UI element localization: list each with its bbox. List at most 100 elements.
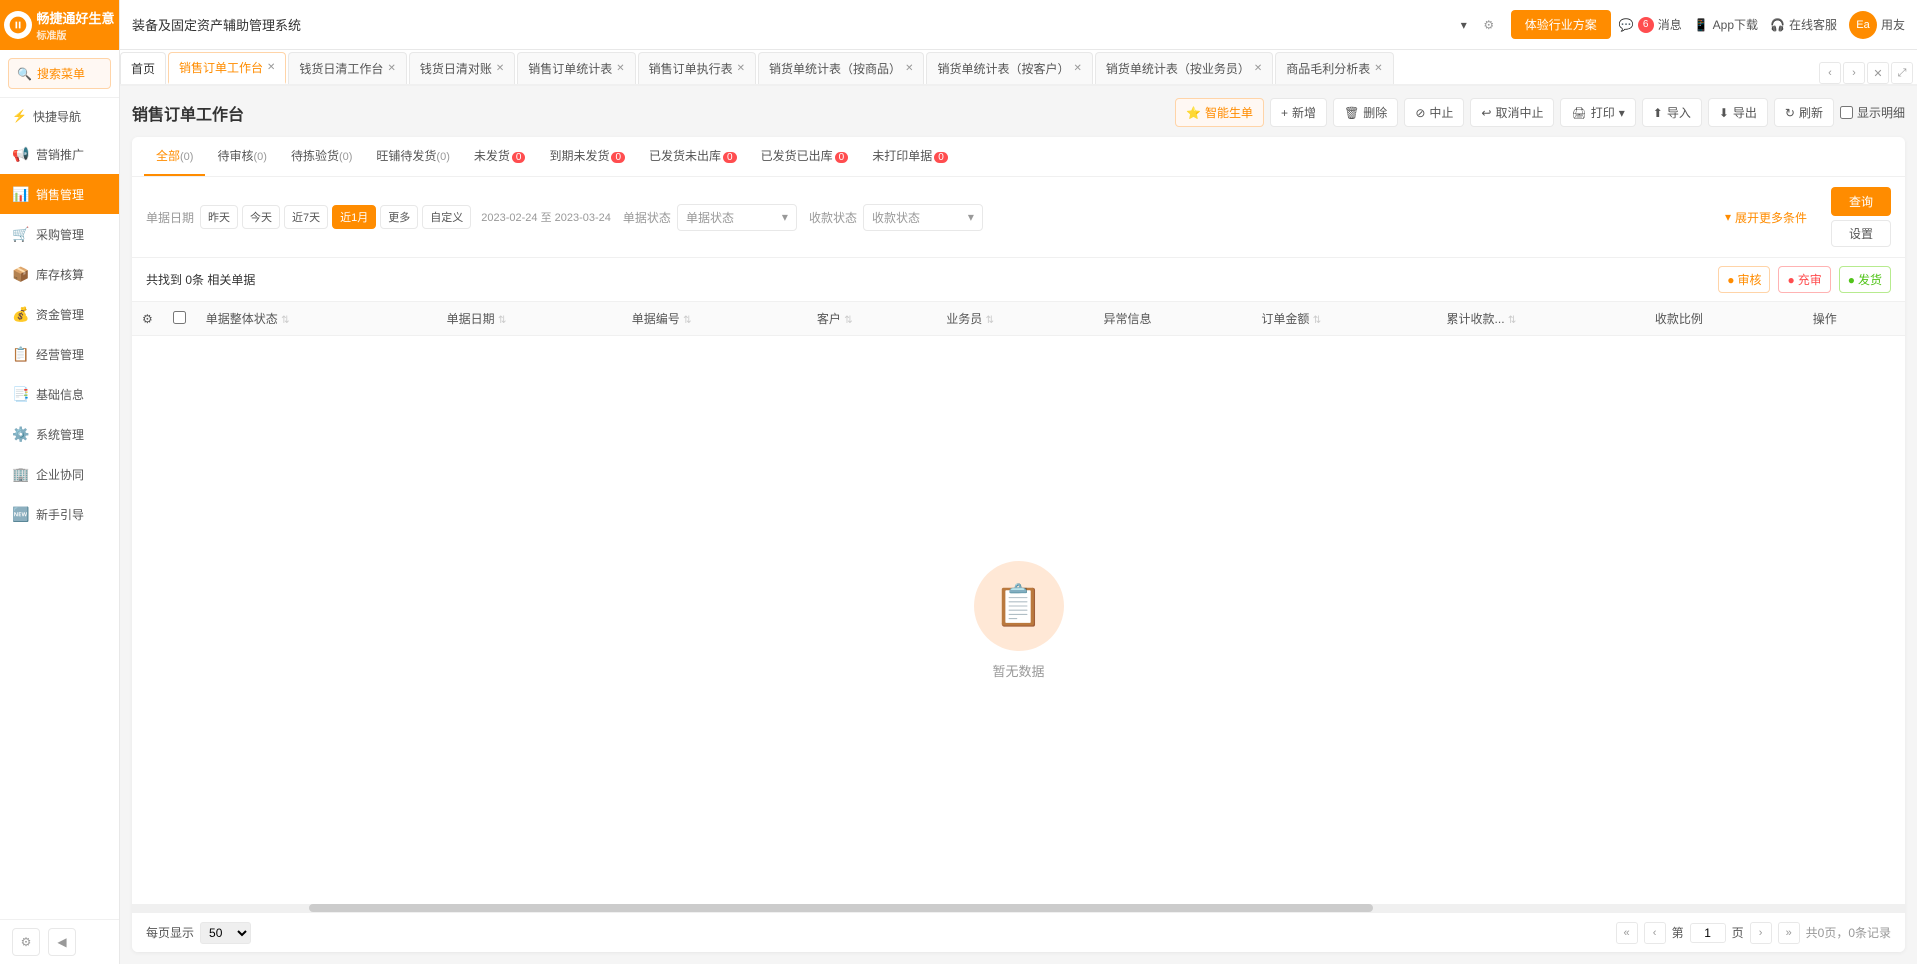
tab-maximize-button[interactable]: ⤢ <box>1891 62 1913 84</box>
tab-salesman-stats[interactable]: 销货单统计表（按业务员） ✕ <box>1095 52 1273 84</box>
app-download-button[interactable]: 📱 App下载 <box>1694 16 1758 33</box>
next-page-button[interactable]: › <box>1750 922 1772 944</box>
th-checkbox[interactable] <box>163 302 196 336</box>
filter-tab-shipped-unout[interactable]: 已发货未出库0 <box>637 137 749 176</box>
filter-tab-overdue-unshipped[interactable]: 到期未发货0 <box>537 137 637 176</box>
online-service-button[interactable]: 🎧 在线客服 <box>1770 16 1837 33</box>
filter-tab-pending-inspect[interactable]: 待拣验货(0) <box>279 137 364 176</box>
sort-customer-icon[interactable]: ⇅ <box>844 315 852 326</box>
settings-bottom-button[interactable]: ⚙ <box>12 928 40 956</box>
tab-close-icon[interactable]: ✕ <box>1254 63 1262 74</box>
cancel-stop-button[interactable]: ↩ 取消中止 <box>1470 98 1554 127</box>
sidebar-item-basic[interactable]: 📑 基础信息 <box>0 374 119 414</box>
page-number-input[interactable] <box>1690 923 1726 943</box>
collapse-sidebar-button[interactable]: ◀ <box>48 928 76 956</box>
date-1month-button[interactable]: 近1月 <box>332 205 376 229</box>
smart-create-button[interactable]: ⭐ 智能生单 <box>1175 98 1264 127</box>
sidebar-item-quick-nav[interactable]: ⚡ 快捷导航 <box>0 98 119 134</box>
tab-close-icon[interactable]: ✕ <box>616 63 624 74</box>
status-filter: 单据状态 单据状态 ▾ <box>623 204 797 231</box>
tab-order-exec[interactable]: 销售订单执行表 ✕ <box>638 52 756 84</box>
tab-close-icon[interactable]: ✕ <box>1073 63 1081 74</box>
filter-tab-shipped-out[interactable]: 已发货已出库0 <box>749 137 861 176</box>
filter-tab-all[interactable]: 全部(0) <box>144 137 205 176</box>
th-settings[interactable]: ⚙ <box>132 302 163 336</box>
scrollbar-thumb[interactable] <box>309 904 1373 912</box>
tab-scroll-right-button[interactable]: › <box>1843 62 1865 84</box>
refresh-button[interactable]: ↻ 刷新 <box>1774 98 1834 127</box>
user-menu-button[interactable]: Ea 用友 <box>1849 11 1905 39</box>
sidebar-item-sales[interactable]: 📊 销售管理 <box>0 174 119 214</box>
tab-margin-analysis[interactable]: 商品毛利分析表 ✕ <box>1275 52 1393 84</box>
last-page-button[interactable]: » <box>1778 922 1800 944</box>
filter-tab-unprinted[interactable]: 未打印单据0 <box>860 137 960 176</box>
date-7days-button[interactable]: 近7天 <box>284 205 328 229</box>
tab-label: 销售订单执行表 <box>649 60 733 77</box>
sort-date-icon[interactable]: ⇅ <box>498 315 506 326</box>
approve-button[interactable]: ● 审核 <box>1718 266 1770 293</box>
select-all-checkbox[interactable] <box>173 311 186 324</box>
reject-button[interactable]: ● 充审 <box>1778 266 1830 293</box>
export-button[interactable]: ⬇ 导出 <box>1708 98 1768 127</box>
print-button[interactable]: 🖨 打印 ▾ <box>1560 98 1635 127</box>
tab-order-stats[interactable]: 销售订单统计表 ✕ <box>517 52 635 84</box>
sidebar-item-guide[interactable]: 🆕 新手引导 <box>0 494 119 534</box>
sidebar-item-inventory[interactable]: 📦 库存核算 <box>0 254 119 294</box>
sidebar-item-marketing[interactable]: 📢 营销推广 <box>0 134 119 174</box>
page-size-dropdown[interactable]: 10 20 50 100 <box>200 922 251 944</box>
show-detail-checkbox[interactable]: 显示明细 <box>1840 104 1905 121</box>
industry-solution-button[interactable]: 体验行业方案 <box>1511 10 1611 39</box>
sidebar-bottom: ⚙ ◀ <box>0 919 119 964</box>
date-more-button[interactable]: 更多 <box>380 205 418 229</box>
import-button[interactable]: ⬆ 导入 <box>1642 98 1702 127</box>
topbar-settings-button[interactable]: ⚙ <box>1475 11 1503 39</box>
tab-close-icon[interactable]: ✕ <box>387 63 395 74</box>
tab-close-icon[interactable]: ✕ <box>905 63 913 74</box>
tab-scroll-left-button[interactable]: ‹ <box>1819 62 1841 84</box>
tab-close-icon[interactable]: ✕ <box>1374 63 1382 74</box>
tab-home[interactable]: 首页 <box>120 52 166 84</box>
stop-button[interactable]: ⊘ 中止 <box>1404 98 1464 127</box>
tab-close-all-button[interactable]: ✕ <box>1867 62 1889 84</box>
show-detail-input[interactable] <box>1840 106 1853 119</box>
tab-reconcile[interactable]: 钱货日清对账 ✕ <box>409 52 515 84</box>
add-button[interactable]: + 新增 <box>1270 98 1327 127</box>
sort-salesman-icon[interactable]: ⇅ <box>986 315 994 326</box>
tab-sales-workbench[interactable]: 销售订单工作台 ✕ <box>168 52 286 84</box>
prev-page-button[interactable]: ‹ <box>1644 922 1666 944</box>
message-button[interactable]: 💬 6 消息 <box>1619 16 1682 33</box>
status-select[interactable]: 单据状态 ▾ <box>677 204 797 231</box>
query-button[interactable]: 查询 <box>1831 187 1891 216</box>
first-page-button[interactable]: « <box>1616 922 1638 944</box>
sidebar-item-operations[interactable]: 📋 经营管理 <box>0 334 119 374</box>
expand-filter-button[interactable]: ▾ 展开更多条件 <box>1725 209 1807 226</box>
expand-icon: ▾ <box>1725 210 1731 224</box>
sidebar-item-purchase[interactable]: 🛒 采购管理 <box>0 214 119 254</box>
tab-daily-clear[interactable]: 钱货日清工作台 ✕ <box>288 52 406 84</box>
tab-close-icon[interactable]: ✕ <box>267 62 275 73</box>
delete-button[interactable]: 🗑 删除 <box>1333 98 1398 127</box>
date-yesterday-button[interactable]: 昨天 <box>200 205 238 229</box>
sidebar-item-system[interactable]: ⚙️ 系统管理 <box>0 414 119 454</box>
sort-amount-icon[interactable]: ⇅ <box>1313 315 1321 326</box>
filter-tab-wangpu-ship[interactable]: 旺铺待发货(0) <box>364 137 461 176</box>
filter-tab-pending-review[interactable]: 待审核(0) <box>205 137 278 176</box>
tab-goods-stats[interactable]: 销货单统计表（按商品） ✕ <box>758 52 924 84</box>
horizontal-scrollbar[interactable] <box>132 904 1905 912</box>
tab-close-icon[interactable]: ✕ <box>496 63 504 74</box>
date-custom-button[interactable]: 自定义 <box>422 205 471 229</box>
sidebar-item-finance[interactable]: 💰 资金管理 <box>0 294 119 334</box>
search-menu-button[interactable]: 🔍 搜索菜单 <box>8 58 111 89</box>
tab-close-icon[interactable]: ✕ <box>737 63 745 74</box>
system-dropdown[interactable]: ▾ <box>1461 18 1467 32</box>
payment-select[interactable]: 收款状态 ▾ <box>863 204 983 231</box>
ship-button[interactable]: ● 发货 <box>1839 266 1891 293</box>
set-button[interactable]: 设置 <box>1831 220 1891 247</box>
sort-number-icon[interactable]: ⇅ <box>683 315 691 326</box>
sort-overall-status-icon[interactable]: ⇅ <box>281 315 289 326</box>
tab-customer-stats[interactable]: 销货单统计表（按客户） ✕ <box>926 52 1092 84</box>
date-today-button[interactable]: 今天 <box>242 205 280 229</box>
filter-tab-unshipped[interactable]: 未发货0 <box>462 137 538 176</box>
sort-payment-icon[interactable]: ⇅ <box>1508 315 1516 326</box>
sidebar-item-enterprise[interactable]: 🏢 企业协同 <box>0 454 119 494</box>
